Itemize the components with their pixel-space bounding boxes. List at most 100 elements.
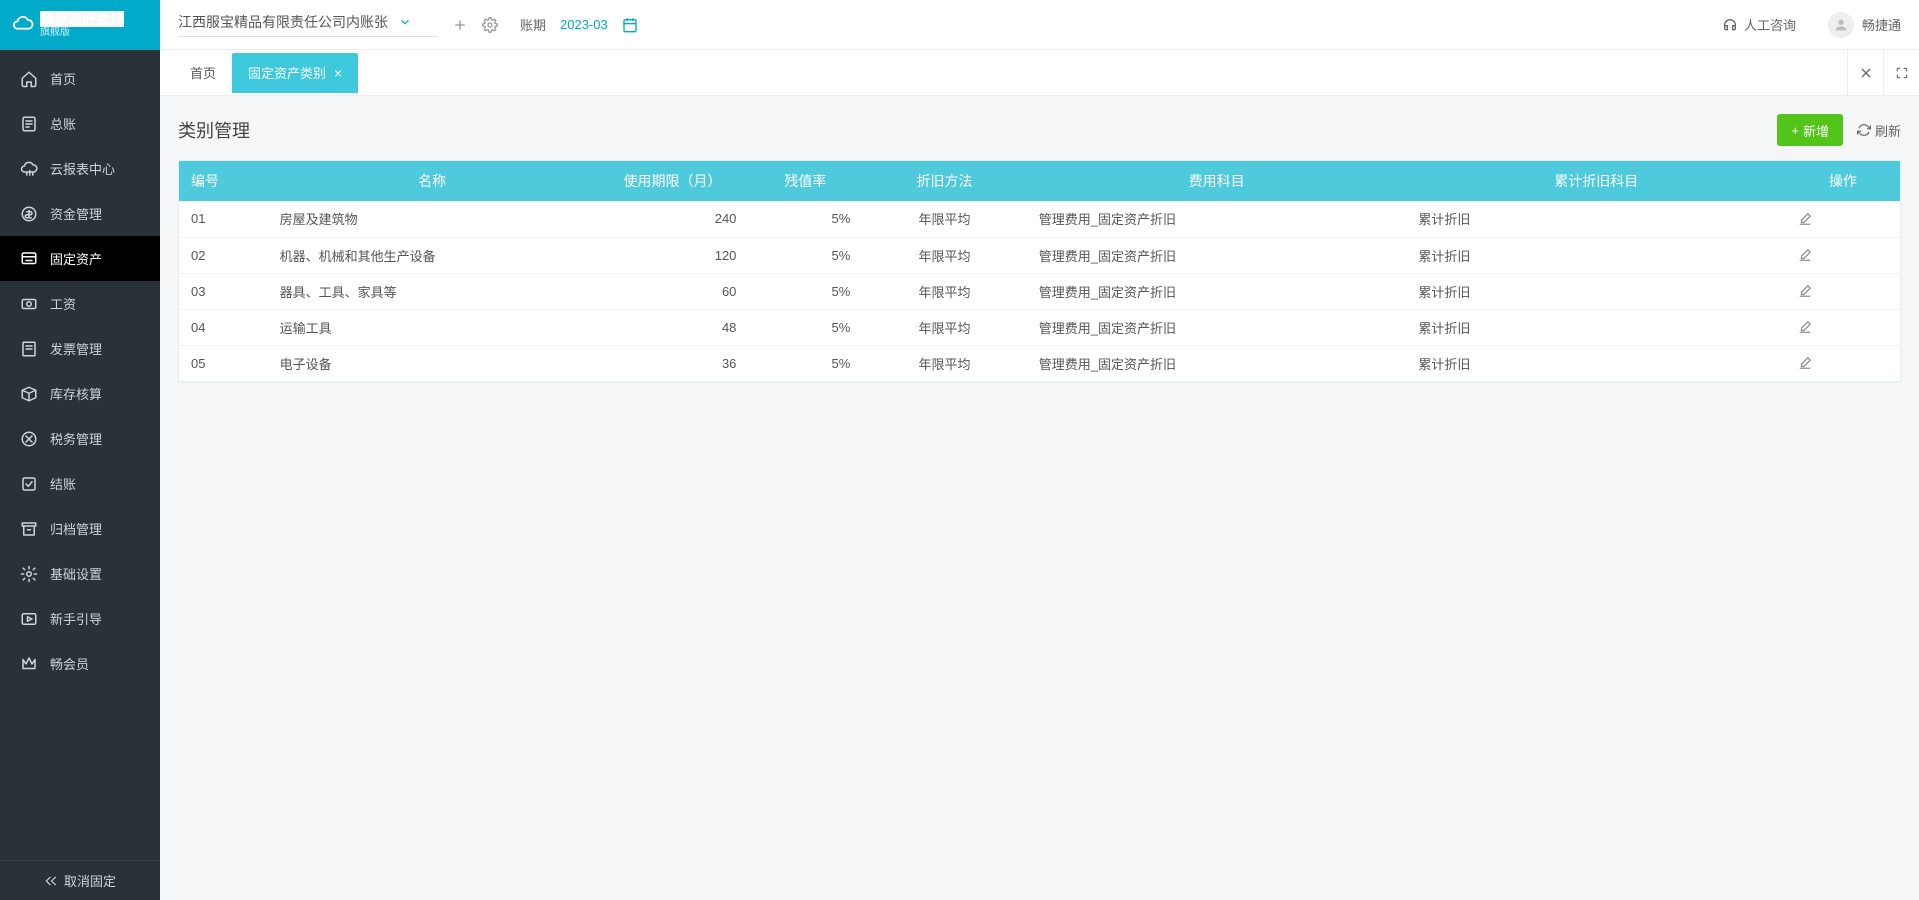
ledger-icon [20, 115, 38, 133]
category-table: 编号名称使用期限（月）残值率折旧方法费用科目累计折旧科目操作 01房屋及建筑物2… [178, 160, 1901, 383]
cell: 03 [179, 273, 268, 309]
sidebar-item-label: 库存核算 [50, 384, 102, 403]
cell: 60 [597, 273, 749, 309]
sidebar-item-label: 首页 [50, 69, 76, 88]
tabs-row: 首页固定资产类别× [160, 50, 1919, 96]
cell: 累计折旧 [1406, 309, 1786, 345]
refresh-label: 刷新 [1875, 121, 1901, 140]
sidebar-item-tax[interactable]: 税务管理 [0, 416, 160, 461]
cell: 电子设备 [268, 345, 597, 381]
settings-button[interactable] [482, 17, 498, 33]
close-icon[interactable]: × [334, 66, 342, 80]
support-label: 人工咨询 [1744, 15, 1796, 34]
sidebar-item-guide[interactable]: 新手引导 [0, 596, 160, 641]
cell-actions [1786, 345, 1900, 381]
sidebar-collapse-label: 取消固定 [64, 871, 116, 890]
cell: 管理费用_固定资产折旧 [1027, 345, 1407, 381]
asset-icon [20, 250, 38, 268]
content: 类别管理 + 新增 刷新 编号名称使用期限（月）残值率折旧方法费用科目累计折旧科… [160, 96, 1919, 900]
cell: 管理费用_固定资产折旧 [1027, 309, 1407, 345]
sidebar-item-close[interactable]: 结账 [0, 461, 160, 506]
cell: 累计折旧 [1406, 273, 1786, 309]
sidebar-item-archive[interactable]: 归档管理 [0, 506, 160, 551]
cell: 年限平均 [862, 237, 1027, 273]
chevron-down-icon [398, 15, 412, 29]
sidebar-item-inventory[interactable]: 库存核算 [0, 371, 160, 416]
cell: 36 [597, 345, 749, 381]
cell: 04 [179, 309, 268, 345]
brand-edition: 旗舰版 [40, 27, 124, 39]
tab-1[interactable]: 固定资产类别× [232, 53, 358, 93]
period-label: 账期 [520, 15, 546, 34]
sidebar-item-ledger[interactable]: 总账 [0, 101, 160, 146]
column-header: 名称 [268, 161, 597, 201]
sidebar-item-vip[interactable]: 畅会员 [0, 641, 160, 686]
salary-icon [20, 295, 38, 313]
cell: 5% [748, 237, 862, 273]
cell: 运输工具 [268, 309, 597, 345]
sidebar-item-settings[interactable]: 基础设置 [0, 551, 160, 596]
tab-label: 首页 [190, 63, 216, 82]
table-row: 03器具、工具、家具等605%年限平均管理费用_固定资产折旧累计折旧 [179, 273, 1900, 309]
add-button-label: 新增 [1803, 121, 1829, 140]
settings-icon [20, 565, 38, 583]
edit-icon[interactable] [1798, 248, 1888, 262]
sidebar-item-label: 发票管理 [50, 339, 102, 358]
sidebar-item-fund[interactable]: 资金管理 [0, 191, 160, 236]
calendar-icon[interactable] [622, 17, 638, 33]
support-link[interactable]: 人工咨询 [1722, 15, 1796, 34]
sidebar-item-invoice[interactable]: 发票管理 [0, 326, 160, 371]
sidebar-item-asset[interactable]: 固定资产 [0, 236, 160, 281]
cell: 管理费用_固定资产折旧 [1027, 201, 1407, 237]
invoice-icon [20, 340, 38, 358]
table-row: 04运输工具485%年限平均管理费用_固定资产折旧累计折旧 [179, 309, 1900, 345]
cell: 管理费用_固定资产折旧 [1027, 237, 1407, 273]
cell: 机器、机械和其他生产设备 [268, 237, 597, 273]
brand-logo[interactable]: 畅捷通好会计 旗舰版 [0, 0, 160, 50]
refresh-button[interactable]: 刷新 [1857, 121, 1901, 140]
edit-icon[interactable] [1798, 284, 1888, 298]
cloud-icon [12, 14, 34, 36]
edit-icon[interactable] [1798, 320, 1888, 334]
cell: 累计折旧 [1406, 237, 1786, 273]
user-menu[interactable]: 畅捷通 [1828, 12, 1901, 38]
sidebar-item-label: 工资 [50, 294, 76, 313]
company-selector[interactable]: 江西服宝精品有限责任公司内账张 [178, 12, 438, 37]
fund-icon [20, 205, 38, 223]
username: 畅捷通 [1862, 15, 1901, 34]
report-icon [20, 160, 38, 178]
tax-icon [20, 430, 38, 448]
table-row: 02机器、机械和其他生产设备1205%年限平均管理费用_固定资产折旧累计折旧 [179, 237, 1900, 273]
close-tab-button[interactable] [1847, 50, 1883, 96]
cell: 5% [748, 345, 862, 381]
add-button[interactable]: + 新增 [1777, 114, 1843, 146]
company-name: 江西服宝精品有限责任公司内账张 [178, 12, 388, 32]
add-company-button[interactable] [452, 17, 468, 33]
tab-0[interactable]: 首页 [174, 53, 232, 93]
sidebar-item-report[interactable]: 云报表中心 [0, 146, 160, 191]
cell: 02 [179, 237, 268, 273]
cell: 48 [597, 309, 749, 345]
period-value[interactable]: 2023-03 [560, 17, 608, 32]
inventory-icon [20, 385, 38, 403]
sidebar-item-label: 税务管理 [50, 429, 102, 448]
edit-icon[interactable] [1798, 356, 1888, 370]
cell: 房屋及建筑物 [268, 201, 597, 237]
column-header: 编号 [179, 161, 268, 201]
cell: 累计折旧 [1406, 201, 1786, 237]
cell: 5% [748, 273, 862, 309]
edit-icon[interactable] [1798, 212, 1888, 226]
cell-actions [1786, 201, 1900, 237]
archive-icon [20, 520, 38, 538]
sidebar-collapse-toggle[interactable]: 取消固定 [0, 860, 160, 900]
sidebar-item-home[interactable]: 首页 [0, 56, 160, 101]
sidebar: 畅捷通好会计 旗舰版 首页总账云报表中心资金管理固定资产工资发票管理库存核算税务… [0, 0, 160, 900]
sidebar-item-label: 基础设置 [50, 564, 102, 583]
cell: 05 [179, 345, 268, 381]
cell: 5% [748, 201, 862, 237]
fullscreen-button[interactable] [1883, 50, 1919, 96]
cell: 120 [597, 237, 749, 273]
brand-name: 畅捷通好会计 [40, 11, 124, 28]
main: 江西服宝精品有限责任公司内账张 账期 2023-03 人工咨询 [160, 0, 1919, 900]
sidebar-item-salary[interactable]: 工资 [0, 281, 160, 326]
